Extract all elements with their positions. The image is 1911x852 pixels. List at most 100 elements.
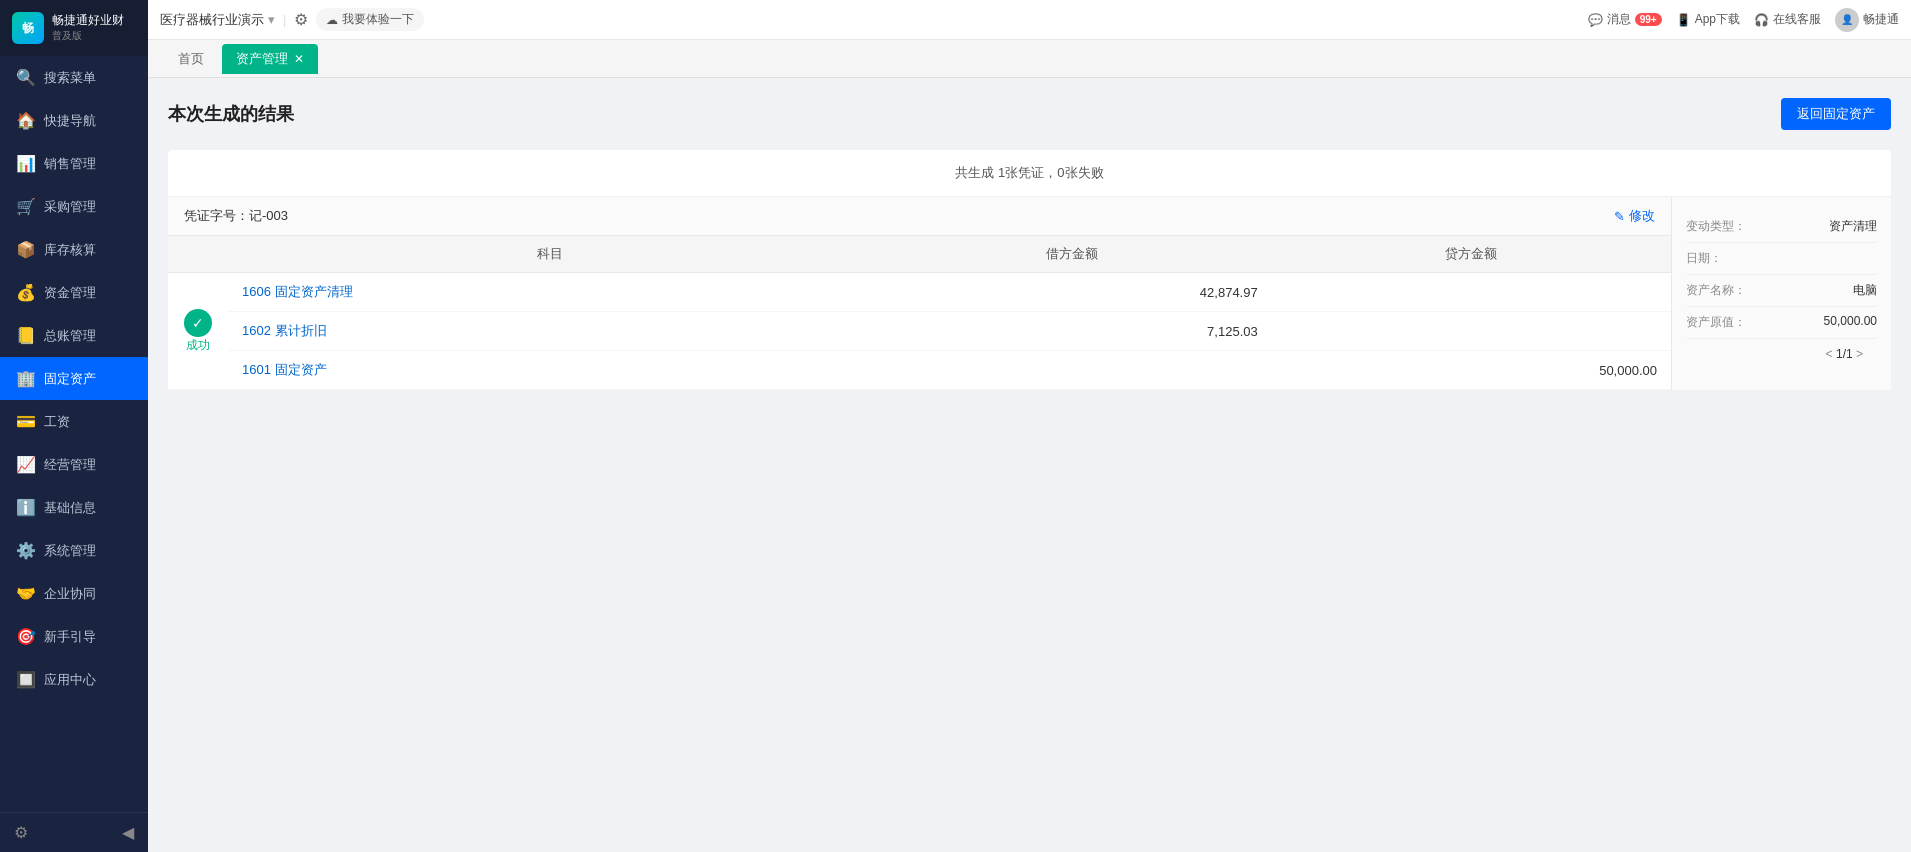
home-icon: 🏠: [16, 111, 34, 130]
message-badge: 99+: [1635, 13, 1662, 26]
fixed-assets-icon: 🏢: [16, 369, 34, 388]
sidebar-item-label: 资金管理: [44, 284, 96, 302]
operations-icon: 📈: [16, 455, 34, 474]
tab-close-icon[interactable]: ✕: [294, 52, 304, 66]
asset-name-value: 电脑: [1853, 282, 1877, 299]
ledger-icon: 📒: [16, 326, 34, 345]
sidebar-item-fixed-assets[interactable]: 🏢 固定资产: [0, 357, 148, 400]
sidebar-item-app-center[interactable]: 🔲 应用中心: [0, 658, 148, 701]
sidebar-item-ledger[interactable]: 📒 总账管理: [0, 314, 148, 357]
change-type-row: 变动类型： 资产清理: [1686, 211, 1877, 243]
status-col-header: [168, 236, 228, 273]
sidebar-item-guide[interactable]: 🎯 新手引导: [0, 615, 148, 658]
edit-icon: ✎: [1614, 209, 1625, 224]
sidebar-item-label: 工资: [44, 413, 70, 431]
dropdown-icon: ▾: [268, 12, 275, 27]
next-page[interactable]: >: [1856, 347, 1863, 361]
funds-icon: 💰: [16, 283, 34, 302]
pagination: < 1/1 >: [1686, 339, 1877, 369]
voucher-side: 变动类型： 资产清理 日期： 资产名称： 电脑 资产原值： 50,000.00: [1671, 197, 1891, 390]
company-name[interactable]: 医疗器械行业演示 ▾: [160, 11, 275, 29]
subject-col-header: 科目: [228, 236, 872, 273]
sidebar-item-sales[interactable]: 📊 销售管理: [0, 142, 148, 185]
original-value-value: 50,000.00: [1824, 314, 1877, 331]
voucher-table: 科目 借方金额 贷方金额 ✓ 成功 1606 固定资: [168, 236, 1671, 390]
feedback-label: 我要体验一下: [342, 11, 414, 28]
tab-asset-label: 资产管理: [236, 50, 288, 68]
topbar-left: 医疗器械行业演示 ▾ | ⚙ ☁ 我要体验一下: [160, 8, 1580, 31]
success-label: 成功: [168, 337, 228, 354]
logo-icon: 畅: [12, 12, 44, 44]
edit-button[interactable]: ✎ 修改: [1614, 207, 1655, 225]
voucher-id: 凭证字号：记-003: [184, 207, 288, 225]
sidebar-item-basic-info[interactable]: ℹ️ 基础信息: [0, 486, 148, 529]
tabbar: 首页 资产管理 ✕: [148, 40, 1911, 78]
feedback-button[interactable]: ☁ 我要体验一下: [316, 8, 424, 31]
change-type-label: 变动类型：: [1686, 218, 1746, 235]
sidebar-footer: ⚙ ◀: [0, 812, 148, 852]
sidebar-item-operations[interactable]: 📈 经营管理: [0, 443, 148, 486]
return-button[interactable]: 返回固定资产: [1781, 98, 1891, 130]
sidebar-item-payroll[interactable]: 💳 工资: [0, 400, 148, 443]
message-icon: 💬: [1588, 13, 1603, 27]
debit-cell: [872, 351, 1271, 390]
app-download-button[interactable]: 📱 App下载: [1676, 11, 1740, 28]
message-button[interactable]: 💬 消息 99+: [1588, 11, 1662, 28]
sidebar-item-label: 系统管理: [44, 542, 96, 560]
sidebar-item-purchase[interactable]: 🛒 采购管理: [0, 185, 148, 228]
purchase-icon: 🛒: [16, 197, 34, 216]
subject-cell: 1601 固定资产: [228, 351, 872, 390]
sidebar-logo: 畅 畅捷通好业财 普及版: [0, 0, 148, 56]
sales-icon: 📊: [16, 154, 34, 173]
user-area[interactable]: 👤 畅捷通: [1835, 8, 1899, 32]
logo-title: 畅捷通好业财: [52, 13, 124, 29]
prev-page[interactable]: <: [1826, 347, 1833, 361]
voucher-section: 凭证字号：记-003 ✎ 修改 科目 借方金额 贷方金额: [168, 197, 1891, 390]
enterprise-icon: 🤝: [16, 584, 34, 603]
topbar: 医疗器械行业演示 ▾ | ⚙ ☁ 我要体验一下 💬 消息 99+ 📱 App下载…: [148, 0, 1911, 40]
sidebar-item-search[interactable]: 🔍 搜索菜单: [0, 56, 148, 99]
result-panel: 共生成 1张凭证，0张失败 凭证字号：记-003 ✎ 修改: [168, 150, 1891, 390]
credit-cell: [1272, 312, 1671, 351]
username: 畅捷通: [1863, 11, 1899, 28]
sidebar-toggle-icon[interactable]: ◀: [122, 823, 134, 842]
result-title: 本次生成的结果: [168, 102, 294, 126]
app-download-label: App下载: [1695, 11, 1740, 28]
online-support-button[interactable]: 🎧 在线客服: [1754, 11, 1821, 28]
message-label: 消息: [1607, 11, 1631, 28]
sidebar-item-label: 新手引导: [44, 628, 96, 646]
app-download-icon: 📱: [1676, 13, 1691, 27]
sidebar-item-system[interactable]: ⚙️ 系统管理: [0, 529, 148, 572]
inventory-icon: 📦: [16, 240, 34, 259]
sidebar-item-inventory[interactable]: 📦 库存核算: [0, 228, 148, 271]
tab-asset-management[interactable]: 资产管理 ✕: [222, 44, 318, 74]
payroll-icon: 💳: [16, 412, 34, 431]
page-indicator: 1/1: [1836, 347, 1856, 361]
sidebar-item-enterprise[interactable]: 🤝 企业协同: [0, 572, 148, 615]
subject-cell: 1606 固定资产清理: [228, 273, 872, 312]
sidebar-item-funds[interactable]: 💰 资金管理: [0, 271, 148, 314]
sidebar: 畅 畅捷通好业财 普及版 🔍 搜索菜单 🏠 快捷导航 📊 销售管理 🛒 采购管理…: [0, 0, 148, 852]
voucher-header: 凭证字号：记-003 ✎ 修改: [168, 197, 1671, 236]
sidebar-item-quick-nav[interactable]: 🏠 快捷导航: [0, 99, 148, 142]
result-header: 本次生成的结果 返回固定资产: [168, 98, 1891, 130]
date-label: 日期：: [1686, 250, 1722, 267]
settings-icon[interactable]: ⚙: [14, 823, 28, 842]
debit-cell: 7,125.03: [872, 312, 1271, 351]
sidebar-item-label: 应用中心: [44, 671, 96, 689]
topbar-divider: |: [283, 12, 286, 27]
topbar-right: 💬 消息 99+ 📱 App下载 🎧 在线客服 👤 畅捷通: [1588, 8, 1899, 32]
debit-cell: 42,874.97: [872, 273, 1271, 312]
sidebar-item-label: 库存核算: [44, 241, 96, 259]
settings-gear-icon[interactable]: ⚙: [294, 10, 308, 29]
credit-cell: [1272, 273, 1671, 312]
tab-home[interactable]: 首页: [164, 44, 218, 74]
tab-home-label: 首页: [178, 50, 204, 68]
avatar: 👤: [1835, 8, 1859, 32]
sidebar-item-label: 销售管理: [44, 155, 96, 173]
table-row: 1601 固定资产 50,000.00: [168, 351, 1671, 390]
result-summary: 共生成 1张凭证，0张失败: [168, 150, 1891, 197]
sidebar-item-label: 快捷导航: [44, 112, 96, 130]
success-status-cell: ✓ 成功: [168, 273, 228, 390]
asset-name-row: 资产名称： 电脑: [1686, 275, 1877, 307]
